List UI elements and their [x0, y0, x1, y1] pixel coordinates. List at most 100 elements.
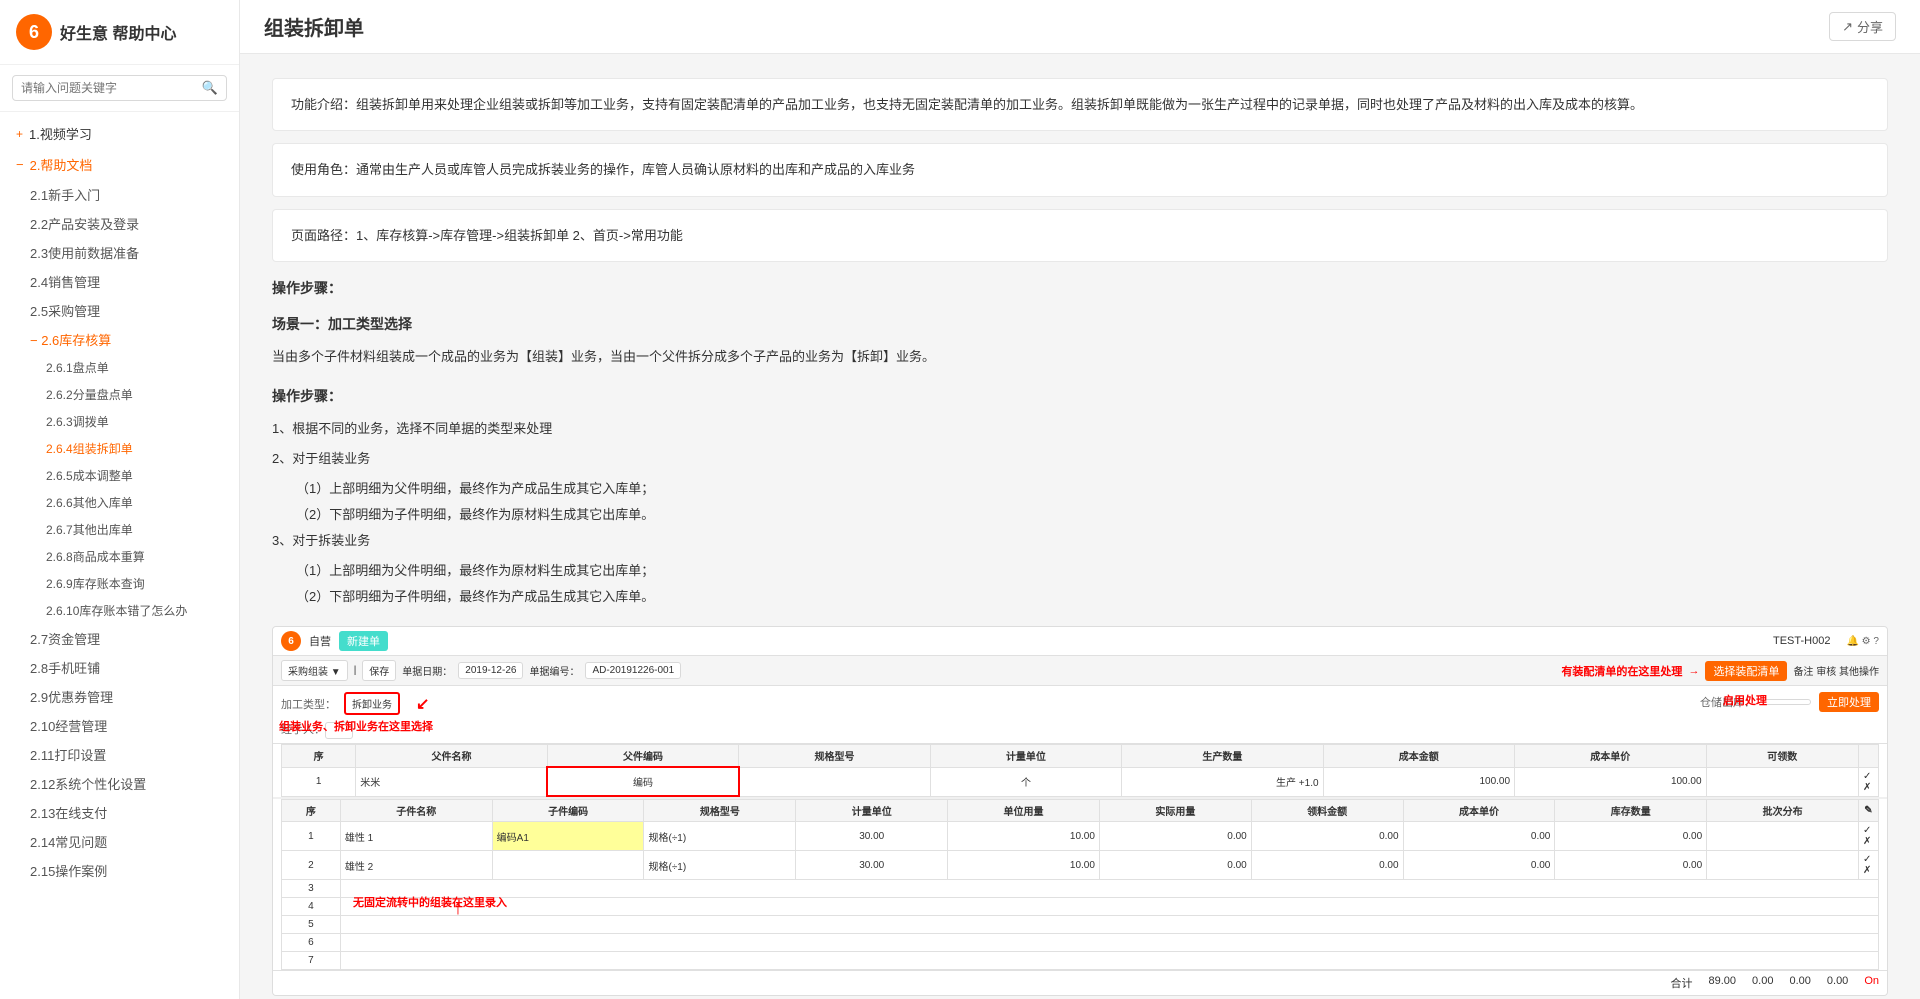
sidebar-item-other-in[interactable]: 2.6.6其他入库单 [0, 489, 239, 516]
mock-form-area: 加工类型： 拆卸业务 ↙ 仓储出库： 立即处理 经手人： [273, 686, 1887, 744]
mock-type-field: 拆卸业务 [344, 692, 400, 715]
td-avail [1706, 767, 1858, 796]
td-qty: 生产 +1.0 [1122, 767, 1323, 796]
sidebar-item-assembly-disassembly[interactable]: 2.6.4组装拆卸单 [0, 435, 239, 462]
sidebar-item-ledger-error[interactable]: 2.6.10库存账本错了怎么办 [0, 597, 239, 624]
total-4: 0.00 [1827, 975, 1848, 991]
th-sub-name: 子件名称 [340, 800, 492, 822]
th-sub-spec: 规格型号 [644, 800, 796, 822]
mock-form-row1: 加工类型： 拆卸业务 ↙ [281, 692, 429, 715]
scenario-desc: 当由多个子件材料组装成一个成品的业务为【组装】业务，当由一个父件拆分成多个子产品… [272, 344, 1888, 370]
scenario-title: 场景一：加工类型选择 [272, 314, 1888, 334]
th-sub-actual: 实际用量 [1099, 800, 1251, 822]
mock-upper-table-wrap: 序 父件名称 父件编码 规格型号 计量单位 生产数量 成本金额 成本单价 可领数 [273, 744, 1887, 797]
th-sub-stock: 库存数量 [1555, 800, 1707, 822]
mock-tab-active: 新建单 [339, 631, 388, 651]
sidebar-item-ledger-query[interactable]: 2.6.9库存账本查询 [0, 570, 239, 597]
sidebar-item-sales-mgmt[interactable]: 2.4销售管理 [0, 267, 239, 296]
step-2-1: （1）上部明细为父件明细，最终作为产成品生成其它入库单； [272, 476, 1888, 502]
th-parent-code: 父件编码 [547, 745, 738, 768]
main-header: 组装拆卸单 ↗ 分享 [240, 0, 1920, 54]
table-row: 5 [282, 916, 1879, 934]
sidebar-item-partial-stocktake[interactable]: 2.6.2分量盘点单 [0, 381, 239, 408]
th-parent-name: 父件名称 [356, 745, 547, 768]
sidebar-item-online-payment[interactable]: 2.13在线支付 [0, 798, 239, 827]
sidebar-item-video-learning[interactable]: + 1.视频学习 [0, 118, 239, 149]
sidebar-item-transfer[interactable]: 2.6.3调拨单 [0, 408, 239, 435]
screenshot-wrapper: 6 自营 新建单 TEST-H002 🔔 ⚙ ? 采购组装 ▼ | 保存 单据日… [273, 627, 1887, 995]
collapse-icon: − [16, 157, 24, 172]
search-wrap: 🔍 [12, 75, 227, 101]
td-seq: 1 [282, 767, 356, 796]
mock-btn-save: 保存 [362, 660, 396, 681]
th-unit: 计量单位 [930, 745, 1121, 768]
th-sub-ops: ✎ [1859, 800, 1879, 822]
sidebar-item-cost-recalc[interactable]: 2.6.8商品成本重算 [0, 543, 239, 570]
sidebar-item-operation-cases[interactable]: 2.15操作案例 [0, 856, 239, 885]
annotation-4: 无固定流转中的组装在这里录入 [353, 894, 507, 910]
th-ops [1859, 745, 1879, 768]
sidebar: 6 好生意 帮助中心 🔍 + 1.视频学习 − 2.帮助文档 2.1新手入门 2… [0, 0, 240, 999]
sidebar-header: 6 好生意 帮助中心 [0, 0, 239, 65]
mock-actions: 备注 审核 其他操作 [1793, 663, 1879, 678]
mock-bottom-totals: 合计 89.00 0.00 0.00 0.00 On [273, 970, 1887, 995]
sidebar-item-cost-adjust[interactable]: 2.6.5成本调整单 [0, 462, 239, 489]
td-name: 米米 [356, 767, 547, 796]
sidebar-item-faq[interactable]: 2.14常见问题 [0, 827, 239, 856]
mock-process-btn: 选择装配清单 [1705, 661, 1787, 681]
th-sub-cost-amt: 领料金额 [1251, 800, 1403, 822]
table-row: 1 雄性 1 编码A1 规格(÷1) 30.00 10.00 0.00 0.00… [282, 822, 1879, 851]
td-row-ops: ✓ ✗ [1859, 767, 1879, 796]
table-row: 4 [282, 898, 1879, 916]
td-cost-price: 100.00 [1515, 767, 1706, 796]
mock-icons: 🔔 ⚙ ? [1846, 636, 1879, 647]
sidebar-item-ops-mgmt[interactable]: 2.10经营管理 [0, 711, 239, 740]
mock-date: 2019-12-26 [458, 662, 523, 679]
page-title: 组装拆卸单 [264, 12, 364, 41]
content-area: 功能介绍：组装拆卸单用来处理企业组装或拆卸等加工业务，支持有固定装配清单的产品加… [240, 54, 1920, 999]
sidebar-item-mobile-shop[interactable]: 2.8手机旺铺 [0, 653, 239, 682]
help-docs-subitems: 2.1新手入门 2.2产品安装及登录 2.3使用前数据准备 2.4销售管理 2.… [0, 180, 239, 885]
search-input[interactable] [21, 81, 202, 95]
td-cost-amt: 100.00 [1323, 767, 1514, 796]
th-sub-batch: 批次分布 [1707, 800, 1859, 822]
share-icon: ↗ [1842, 19, 1853, 35]
annotation-2: 组装业务、拆卸业务在这里选择 [279, 718, 433, 734]
search-icon[interactable]: 🔍 [202, 80, 218, 96]
screenshot-container: 6 自营 新建单 TEST-H002 🔔 ⚙ ? 采购组装 ▼ | 保存 单据日… [272, 626, 1888, 996]
table-row: 2 雄性 2 规格(÷1) 30.00 10.00 0.00 0.00 0.00… [282, 851, 1879, 880]
mock-app-topbar: 6 自营 新建单 TEST-H002 🔔 ⚙ ? [273, 627, 1887, 656]
sidebar-item-newcomer[interactable]: 2.1新手入门 [0, 180, 239, 209]
step-2: 2、对于组装业务 [272, 446, 1888, 472]
arrow-2: ↙ [416, 694, 429, 714]
sidebar-item-other-out[interactable]: 2.6.7其他出库单 [0, 516, 239, 543]
sidebar-item-inventory[interactable]: − 2.6库存核算 [0, 325, 239, 354]
sidebar-item-print-settings[interactable]: 2.11打印设置 [0, 740, 239, 769]
step-3: 3、对于拆装业务 [272, 528, 1888, 554]
total-label: 合计 [1671, 975, 1693, 991]
steps-title: 操作步骤： [272, 386, 1888, 406]
sidebar-item-stocktake[interactable]: 2.6.1盘点单 [0, 354, 239, 381]
mock-lower-table: 序 子件名称 子件编码 规格型号 计量单位 单位用量 实际用量 领料金额 成本单… [281, 799, 1879, 970]
sidebar-item-personalization[interactable]: 2.12系统个性化设置 [0, 769, 239, 798]
th-seq: 序 [282, 745, 356, 768]
arrow-4: ↑ [453, 897, 463, 920]
mock-submit-btn: 立即处理 [1819, 692, 1879, 712]
role-intro-block: 使用角色：通常由生产人员或库管人员完成拆装业务的操作，库管人员确认原材料的出库和… [272, 143, 1888, 196]
arrow-1: → [1688, 665, 1699, 677]
sidebar-item-help-docs[interactable]: − 2.帮助文档 [0, 149, 239, 180]
path-intro-block: 页面路径：1、库存核算->库存管理->组装拆卸单 2、首页->常用功能 [272, 209, 1888, 262]
th-spec: 规格型号 [739, 745, 930, 768]
sidebar-item-install-login[interactable]: 2.2产品安装及登录 [0, 209, 239, 238]
sidebar-item-capital-mgmt[interactable]: 2.7资金管理 [0, 624, 239, 653]
sidebar-item-purchase-mgmt[interactable]: 2.5采购管理 [0, 296, 239, 325]
mock-warehouse-field [1763, 699, 1811, 705]
sidebar-item-data-prep[interactable]: 2.3使用前数据准备 [0, 238, 239, 267]
sidebar-item-coupon-mgmt[interactable]: 2.9优惠券管理 [0, 682, 239, 711]
mock-logo: 6 [281, 631, 301, 651]
total-1: 89.00 [1709, 975, 1737, 991]
share-button[interactable]: ↗ 分享 [1829, 12, 1896, 41]
mock-billno: AD-20191226-001 [585, 662, 681, 679]
feature-intro-block: 功能介绍：组装拆卸单用来处理企业组装或拆卸等加工业务，支持有固定装配清单的产品加… [272, 78, 1888, 131]
mock-form-row2: 经手人： [281, 721, 1879, 737]
